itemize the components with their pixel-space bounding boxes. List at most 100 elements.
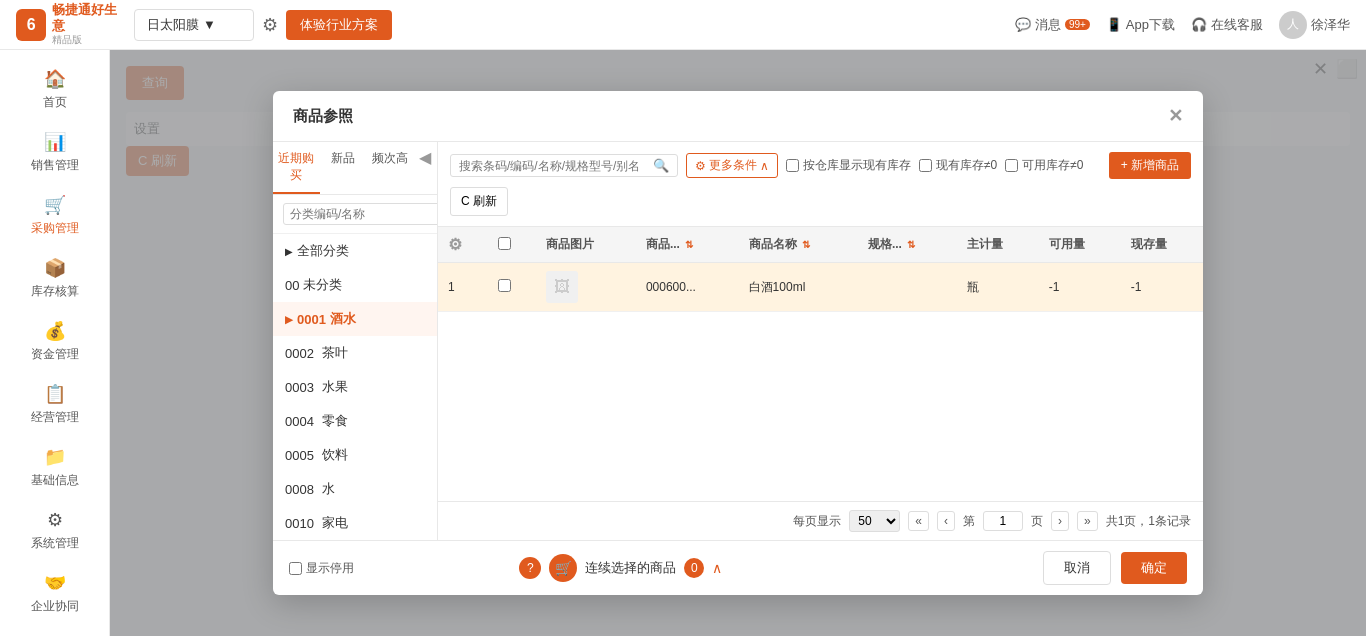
cat-tea[interactable]: 0002 茶叶 xyxy=(273,336,437,370)
add-product-btn[interactable]: + 新增商品 xyxy=(1109,152,1191,179)
page-size-select[interactable]: 50 10 20 100 xyxy=(849,510,900,532)
filter-btn[interactable]: ⚙ 更多条件 ∧ xyxy=(686,153,778,178)
collapse-up-icon[interactable]: ∧ xyxy=(712,560,722,576)
logo-sub: 精品版 xyxy=(52,33,126,47)
table-row[interactable]: 1 🖼 000600... 白酒100ml 瓶 xyxy=(438,263,1203,312)
online-service-item[interactable]: 🎧 在线客服 xyxy=(1191,16,1263,34)
category-search-input[interactable] xyxy=(283,203,438,225)
cell-stock: -1 xyxy=(1121,263,1203,312)
sidebar-item-sales[interactable]: 📊 销售管理 xyxy=(0,121,109,184)
warehouse-checkbox[interactable] xyxy=(786,159,799,172)
product-table-wrap: ⚙ 商品图片 商品... ⇅ xyxy=(438,227,1203,501)
sidebar-item-purchase[interactable]: 🛒 采购管理 xyxy=(0,184,109,247)
inventory-icon: 📦 xyxy=(44,257,66,279)
nav-right: 💬 消息 99+ 📱 App下载 🎧 在线客服 人 徐泽华 xyxy=(1015,11,1350,39)
modal-footer: 显示停用 ? 🛒 连续选择的商品 0 ∧ 取消 确定 xyxy=(273,540,1203,595)
cat-liquor[interactable]: ▶ 0001 酒水 xyxy=(273,302,437,336)
cart-icon[interactable]: 🛒 xyxy=(549,554,577,582)
prev-page-btn[interactable]: ‹ xyxy=(937,511,955,531)
show-disabled-label[interactable]: 显示停用 xyxy=(289,560,354,577)
main-layout: 🏠 首页 📊 销售管理 🛒 采购管理 📦 库存核算 💰 资金管理 📋 经营管理 … xyxy=(0,50,1366,636)
modal-dialog: 商品参照 ✕ 近期购买 新品 频次高 ◀ xyxy=(273,91,1203,595)
first-page-btn[interactable]: « xyxy=(908,511,929,531)
help-icon[interactable]: ? xyxy=(519,557,541,579)
select-all-checkbox[interactable] xyxy=(498,237,511,250)
cell-index: 1 xyxy=(438,263,488,312)
col-image: 商品图片 xyxy=(536,227,636,263)
page-input[interactable] xyxy=(983,511,1023,531)
sidebar-item-home[interactable]: 🏠 首页 xyxy=(0,58,109,121)
cat-fruit[interactable]: 0003 水果 xyxy=(273,370,437,404)
user-item[interactable]: 人 徐泽华 xyxy=(1279,11,1350,39)
tab-new[interactable]: 新品 xyxy=(320,142,367,194)
collapse-panel-icon[interactable]: ◀ xyxy=(413,142,437,194)
category-list: ▶ 全部分类 00 未分类 ▶ 0001 酒水 xyxy=(273,234,437,540)
table-settings-icon[interactable]: ⚙ xyxy=(448,236,462,253)
col-stock: 现存量 xyxy=(1121,227,1203,263)
logo-icon: 6 xyxy=(16,9,46,41)
row-checkbox[interactable] xyxy=(498,279,511,292)
purchase-icon: 🛒 xyxy=(44,194,66,216)
store-selector[interactable]: 日太阳膜 ▼ xyxy=(134,9,254,41)
operations-icon: 📋 xyxy=(44,383,66,405)
available-checkbox[interactable] xyxy=(1005,159,1018,172)
sidebar-item-inventory[interactable]: 📦 库存核算 xyxy=(0,247,109,310)
cell-spec xyxy=(858,263,957,312)
sidebar-item-finance[interactable]: 💰 资金管理 xyxy=(0,310,109,373)
modal-close-btn[interactable]: ✕ xyxy=(1168,105,1183,127)
sidebar-item-guide[interactable]: 📝 新手引导 xyxy=(0,625,109,636)
tab-frequent[interactable]: 频次高 xyxy=(366,142,413,194)
cat-all[interactable]: ▶ 全部分类 xyxy=(273,234,437,268)
product-toolbar: 🔍 ⚙ 更多条件 ∧ 按仓库显示现有库存 xyxy=(438,142,1203,227)
tab-recent[interactable]: 近期购买 xyxy=(273,142,320,194)
sort-code-icon: ⇅ xyxy=(685,239,693,250)
product-table: ⚙ 商品图片 商品... ⇅ xyxy=(438,227,1203,312)
modal-overlay: 商品参照 ✕ 近期购买 新品 频次高 ◀ xyxy=(110,50,1366,636)
show-disabled-checkbox[interactable] xyxy=(289,562,302,575)
cell-name: 白酒100ml xyxy=(739,263,858,312)
sort-spec-icon: ⇅ xyxy=(907,239,915,250)
stock-checkbox-label[interactable]: 现有库存≠0 xyxy=(919,157,997,174)
cat-uncategorized[interactable]: 00 未分类 xyxy=(273,268,437,302)
col-available: 可用量 xyxy=(1039,227,1121,263)
sidebar-item-basics[interactable]: 📁 基础信息 xyxy=(0,436,109,499)
logo: 6 畅捷通好生意 精品版 xyxy=(16,2,126,47)
cat-beverage[interactable]: 0005 饮料 xyxy=(273,438,437,472)
settings-icon[interactable]: ⚙ xyxy=(262,14,278,36)
sidebar-item-system[interactable]: ⚙ 系统管理 xyxy=(0,499,109,562)
message-item[interactable]: 💬 消息 99+ xyxy=(1015,16,1090,34)
cell-code: 000600... xyxy=(636,263,739,312)
product-search-input[interactable] xyxy=(459,159,649,173)
refresh-btn[interactable]: C 刷新 xyxy=(450,187,508,216)
confirm-btn[interactable]: 确定 xyxy=(1121,552,1187,584)
left-sidebar: 🏠 首页 📊 销售管理 🛒 采购管理 📦 库存核算 💰 资金管理 📋 经营管理 … xyxy=(0,50,110,636)
col-spec[interactable]: 规格... ⇅ xyxy=(858,227,957,263)
continuous-label: 连续选择的商品 xyxy=(585,559,676,577)
product-search-icon[interactable]: 🔍 xyxy=(653,158,669,173)
sidebar-item-operations[interactable]: 📋 经营管理 xyxy=(0,373,109,436)
col-name[interactable]: 商品名称 ⇅ xyxy=(739,227,858,263)
sales-icon: 📊 xyxy=(44,131,66,153)
cell-unit: 瓶 xyxy=(957,263,1039,312)
available-checkbox-label[interactable]: 可用库存≠0 xyxy=(1005,157,1083,174)
modal-title: 商品参照 xyxy=(293,107,353,126)
warehouse-checkbox-label[interactable]: 按仓库显示现有库存 xyxy=(786,157,911,174)
col-unit: 主计量 xyxy=(957,227,1039,263)
product-image: 🖼 xyxy=(546,271,578,303)
col-code[interactable]: 商品... ⇅ xyxy=(636,227,739,263)
cat-snack[interactable]: 0004 零食 xyxy=(273,404,437,438)
next-page-btn[interactable]: › xyxy=(1051,511,1069,531)
cat-appliance[interactable]: 0010 家电 xyxy=(273,506,437,540)
cancel-btn[interactable]: 取消 xyxy=(1043,551,1111,585)
sidebar-item-enterprise[interactable]: 🤝 企业协同 xyxy=(0,562,109,625)
modal-body: 近期购买 新品 频次高 ◀ 🔍 ▶ 全部分类 xyxy=(273,142,1203,540)
modal-header: 商品参照 ✕ xyxy=(273,91,1203,142)
app-download-item[interactable]: 📱 App下载 xyxy=(1106,16,1175,34)
stock-checkbox[interactable] xyxy=(919,159,932,172)
category-panel: 近期购买 新品 频次高 ◀ 🔍 ▶ 全部分类 xyxy=(273,142,438,540)
cat-water[interactable]: 0008 水 xyxy=(273,472,437,506)
last-page-btn[interactable]: » xyxy=(1077,511,1098,531)
industry-btn[interactable]: 体验行业方案 xyxy=(286,10,392,40)
selection-count-badge: 0 xyxy=(684,558,704,578)
cell-checkbox xyxy=(488,263,536,312)
